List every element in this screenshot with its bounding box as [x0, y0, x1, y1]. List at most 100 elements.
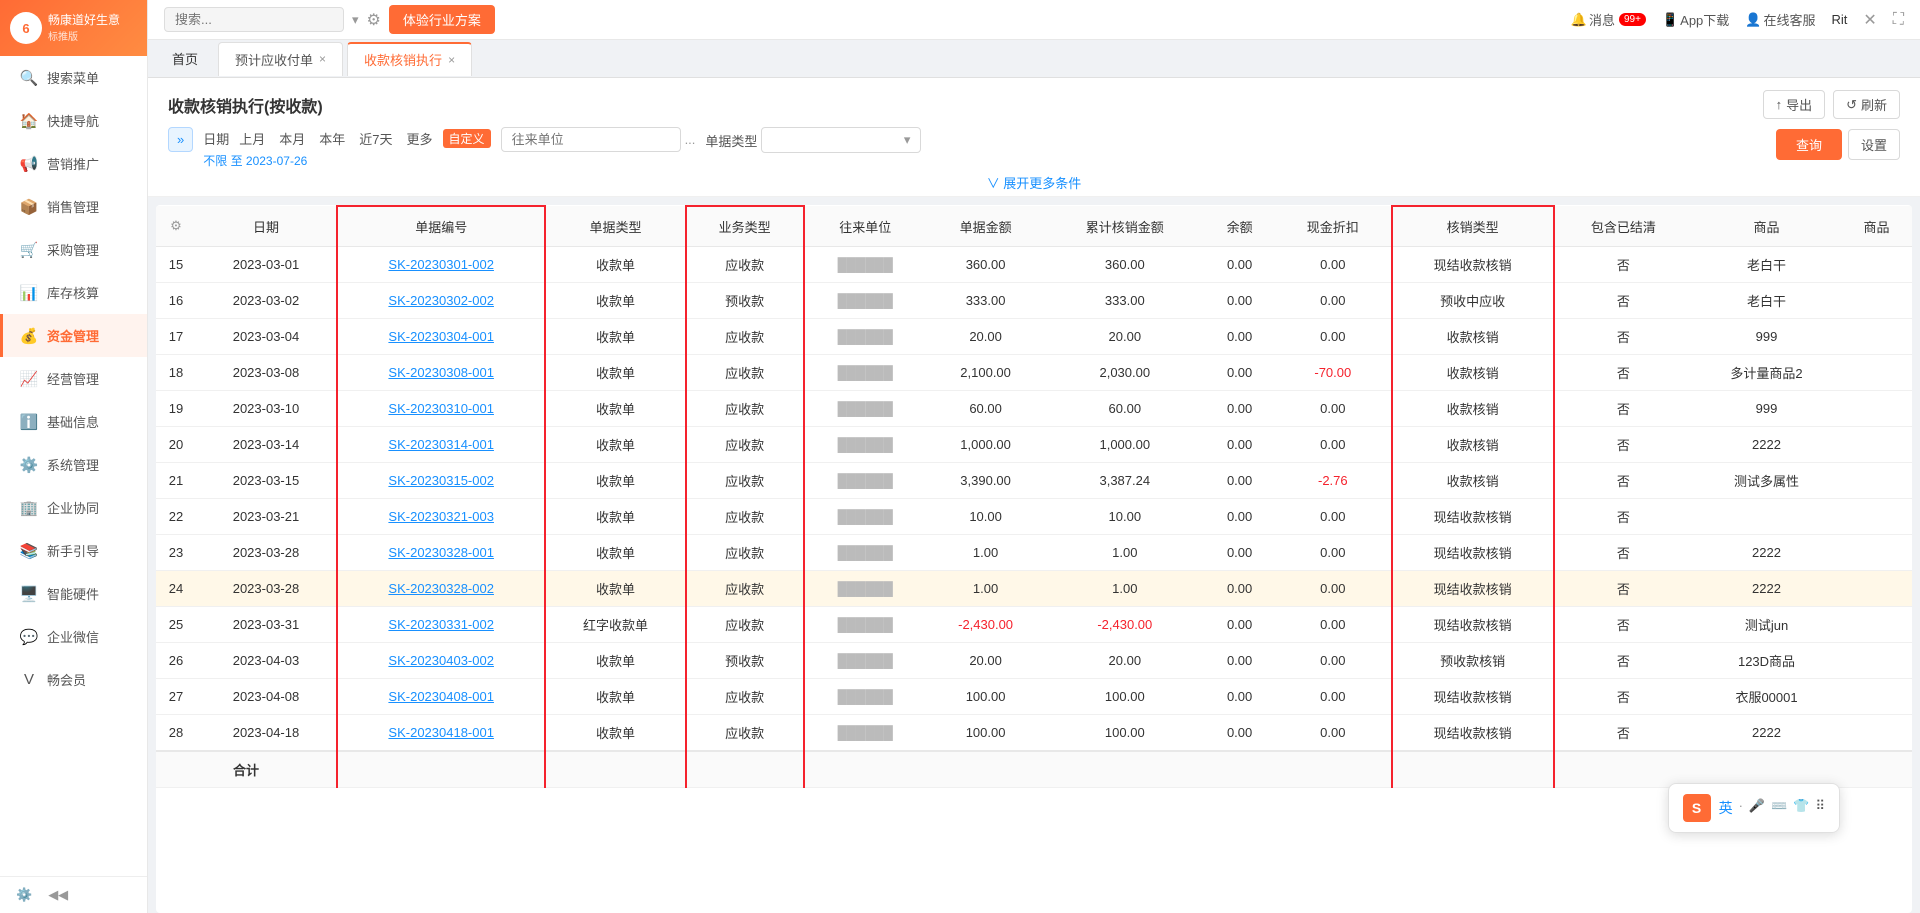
sidebar-item-search[interactable]: 🔍 搜索菜单 — [0, 56, 147, 99]
refresh-button[interactable]: ↺ 刷新 — [1833, 90, 1900, 119]
table-row: 15 2023-03-01 SK-20230301-002 收款单 应收款 ██… — [156, 247, 1912, 283]
shirt-icon[interactable]: 👕 — [1793, 798, 1809, 818]
app-label: App下载 — [1680, 10, 1729, 29]
keyboard-icon[interactable]: ⌨️ — [1771, 798, 1787, 818]
cell-doctype: 收款单 — [545, 679, 685, 715]
cell-date: 2023-03-10 — [196, 391, 337, 427]
table-row: 24 2023-03-28 SK-20230328-002 收款单 应收款 ██… — [156, 571, 1912, 607]
mobile-icon: 📱 — [1662, 12, 1678, 28]
cell-docno: SK-20230314-001 — [337, 427, 546, 463]
docno-link[interactable]: SK-20230331-002 — [388, 617, 494, 632]
cell-doctype: 收款单 — [545, 463, 685, 499]
english-icon[interactable]: 英 — [1719, 798, 1733, 818]
sidebar-label-hardware: 智能硬件 — [47, 584, 99, 603]
sidebar-item-marketing[interactable]: 📢 营销推广 — [0, 142, 147, 185]
cell-date: 2023-03-08 — [196, 355, 337, 391]
cell-seq: 28 — [156, 715, 196, 752]
date-custom-btn[interactable]: 自定义 — [443, 129, 491, 148]
cell-amount: 100.00 — [926, 715, 1046, 752]
cell-goods2 — [1841, 355, 1912, 391]
docno-link[interactable]: SK-20230310-001 — [388, 401, 494, 416]
grid-icon[interactable]: ⠿ — [1815, 798, 1825, 818]
date-opt-this-month[interactable]: 本月 — [275, 127, 309, 150]
customer-filter-input[interactable] — [501, 127, 681, 152]
date-opt-last-month[interactable]: 上月 — [235, 127, 269, 150]
close-window-icon[interactable]: ✕ — [1863, 10, 1876, 30]
date-opt-7days[interactable]: 近7天 — [355, 127, 396, 150]
docno-link[interactable]: SK-20230418-001 — [388, 725, 494, 740]
message-item[interactable]: 🔔 消息 99+ — [1571, 10, 1646, 29]
cell-docno: SK-20230328-002 — [337, 571, 546, 607]
search-input[interactable] — [164, 7, 344, 32]
sidebar-item-system[interactable]: ⚙️ 系统管理 — [0, 443, 147, 486]
industry-solution-button[interactable]: 体验行业方案 — [389, 5, 495, 34]
cell-docno: SK-20230301-002 — [337, 247, 546, 283]
docno-link[interactable]: SK-20230302-002 — [388, 293, 494, 308]
sidebar-item-sales[interactable]: 📦 销售管理 — [0, 185, 147, 228]
dropdown-icon[interactable]: ▾ — [352, 12, 359, 28]
sidebar-item-quicknav[interactable]: 🏠 快捷导航 — [0, 99, 147, 142]
doc-type-select[interactable]: ▾ — [761, 127, 921, 153]
export-button[interactable]: ↑ 导出 — [1763, 90, 1826, 119]
sidebar-item-purchase[interactable]: 🛒 采购管理 — [0, 228, 147, 271]
cell-doctype: 收款单 — [545, 715, 685, 752]
sidebar-label-base: 基础信息 — [47, 412, 99, 431]
cell-writeoff-type: 收款核销 — [1392, 319, 1554, 355]
docno-link[interactable]: SK-20230301-002 — [388, 257, 494, 272]
sidebar-item-guide[interactable]: 📚 新手引导 — [0, 529, 147, 572]
cell-incl-settled: 否 — [1554, 391, 1692, 427]
query-button[interactable]: 查询 — [1776, 129, 1842, 160]
date-opt-this-year[interactable]: 本年 — [315, 127, 349, 150]
sidebar-item-operation[interactable]: 📈 经营管理 — [0, 357, 147, 400]
cell-date: 2023-03-21 — [196, 499, 337, 535]
settings-topbar-icon[interactable]: ⚙ — [367, 10, 381, 30]
mic-icon[interactable]: 🎤 — [1749, 798, 1765, 818]
cell-writeoff-amount: 1.00 — [1045, 535, 1204, 571]
settings-bottom-icon[interactable]: ⚙️ — [16, 887, 32, 903]
service-item[interactable]: 👤 在线客服 — [1745, 10, 1815, 29]
tab-writeoff[interactable]: 收款核销执行 × — [347, 42, 472, 76]
cell-goods: 测试多属性 — [1692, 463, 1841, 499]
cell-docno: SK-20230403-002 — [337, 643, 546, 679]
sidebar-item-wechat[interactable]: 💬 企业微信 — [0, 615, 147, 658]
tab-prepay[interactable]: 预计应收付单 × — [218, 42, 343, 76]
sidebar-label-search: 搜索菜单 — [47, 68, 99, 87]
sidebar-item-inventory[interactable]: 📊 库存核算 — [0, 271, 147, 314]
docno-link[interactable]: SK-20230315-002 — [388, 473, 494, 488]
cell-writeoff-amount: 333.00 — [1045, 283, 1204, 319]
sidebar-item-corp[interactable]: 🏢 企业协同 — [0, 486, 147, 529]
th-balance: 余额 — [1204, 206, 1275, 247]
expand-more-button[interactable]: ∨ 展开更多条件 — [148, 169, 1920, 197]
table-row: 25 2023-03-31 SK-20230331-002 红字收款单 应收款 … — [156, 607, 1912, 643]
docno-link[interactable]: SK-20230321-003 — [388, 509, 494, 524]
app-download-item[interactable]: 📱 App下载 — [1662, 10, 1729, 29]
filter-expand-button[interactable]: » — [168, 127, 193, 152]
sidebar-item-hardware[interactable]: 🖥️ 智能硬件 — [0, 572, 147, 615]
collapse-icon[interactable]: ◀◀ — [48, 887, 68, 903]
docno-link[interactable]: SK-20230304-001 — [388, 329, 494, 344]
sidebar-item-member[interactable]: V 畅会员 — [0, 658, 147, 701]
docno-link[interactable]: SK-20230308-001 — [388, 365, 494, 380]
sidebar-item-base[interactable]: ℹ️ 基础信息 — [0, 400, 147, 443]
sidebar-item-finance[interactable]: 💰 资金管理 — [0, 314, 147, 357]
docno-link[interactable]: SK-20230314-001 — [388, 437, 494, 452]
finance-icon: 💰 — [19, 327, 39, 345]
docno-link[interactable]: SK-20230408-001 — [388, 689, 494, 704]
docno-link[interactable]: SK-20230328-002 — [388, 581, 494, 596]
docno-link[interactable]: SK-20230403-002 — [388, 653, 494, 668]
cell-seq: 22 — [156, 499, 196, 535]
table-area: ⚙ 日期 单据编号 单据类型 业务类型 往来单位 单据金额 累计核销金额 余额 … — [156, 205, 1912, 913]
filter-settings-button[interactable]: 设置 — [1848, 129, 1900, 160]
maximize-icon[interactable]: ⛶ — [1893, 11, 1904, 29]
cell-date: 2023-03-01 — [196, 247, 337, 283]
cell-goods: 测试jun — [1692, 607, 1841, 643]
cell-incl-settled: 否 — [1554, 499, 1692, 535]
th-date: 日期 — [196, 206, 337, 247]
tab-home[interactable]: 首页 — [156, 42, 214, 76]
docno-link[interactable]: SK-20230328-001 — [388, 545, 494, 560]
tab-writeoff-close[interactable]: × — [448, 53, 455, 67]
date-opt-more[interactable]: 更多 — [403, 127, 437, 150]
tab-prepay-close[interactable]: × — [319, 52, 326, 66]
cell-doctype: 收款单 — [545, 319, 685, 355]
th-gear[interactable]: ⚙ — [156, 206, 196, 247]
